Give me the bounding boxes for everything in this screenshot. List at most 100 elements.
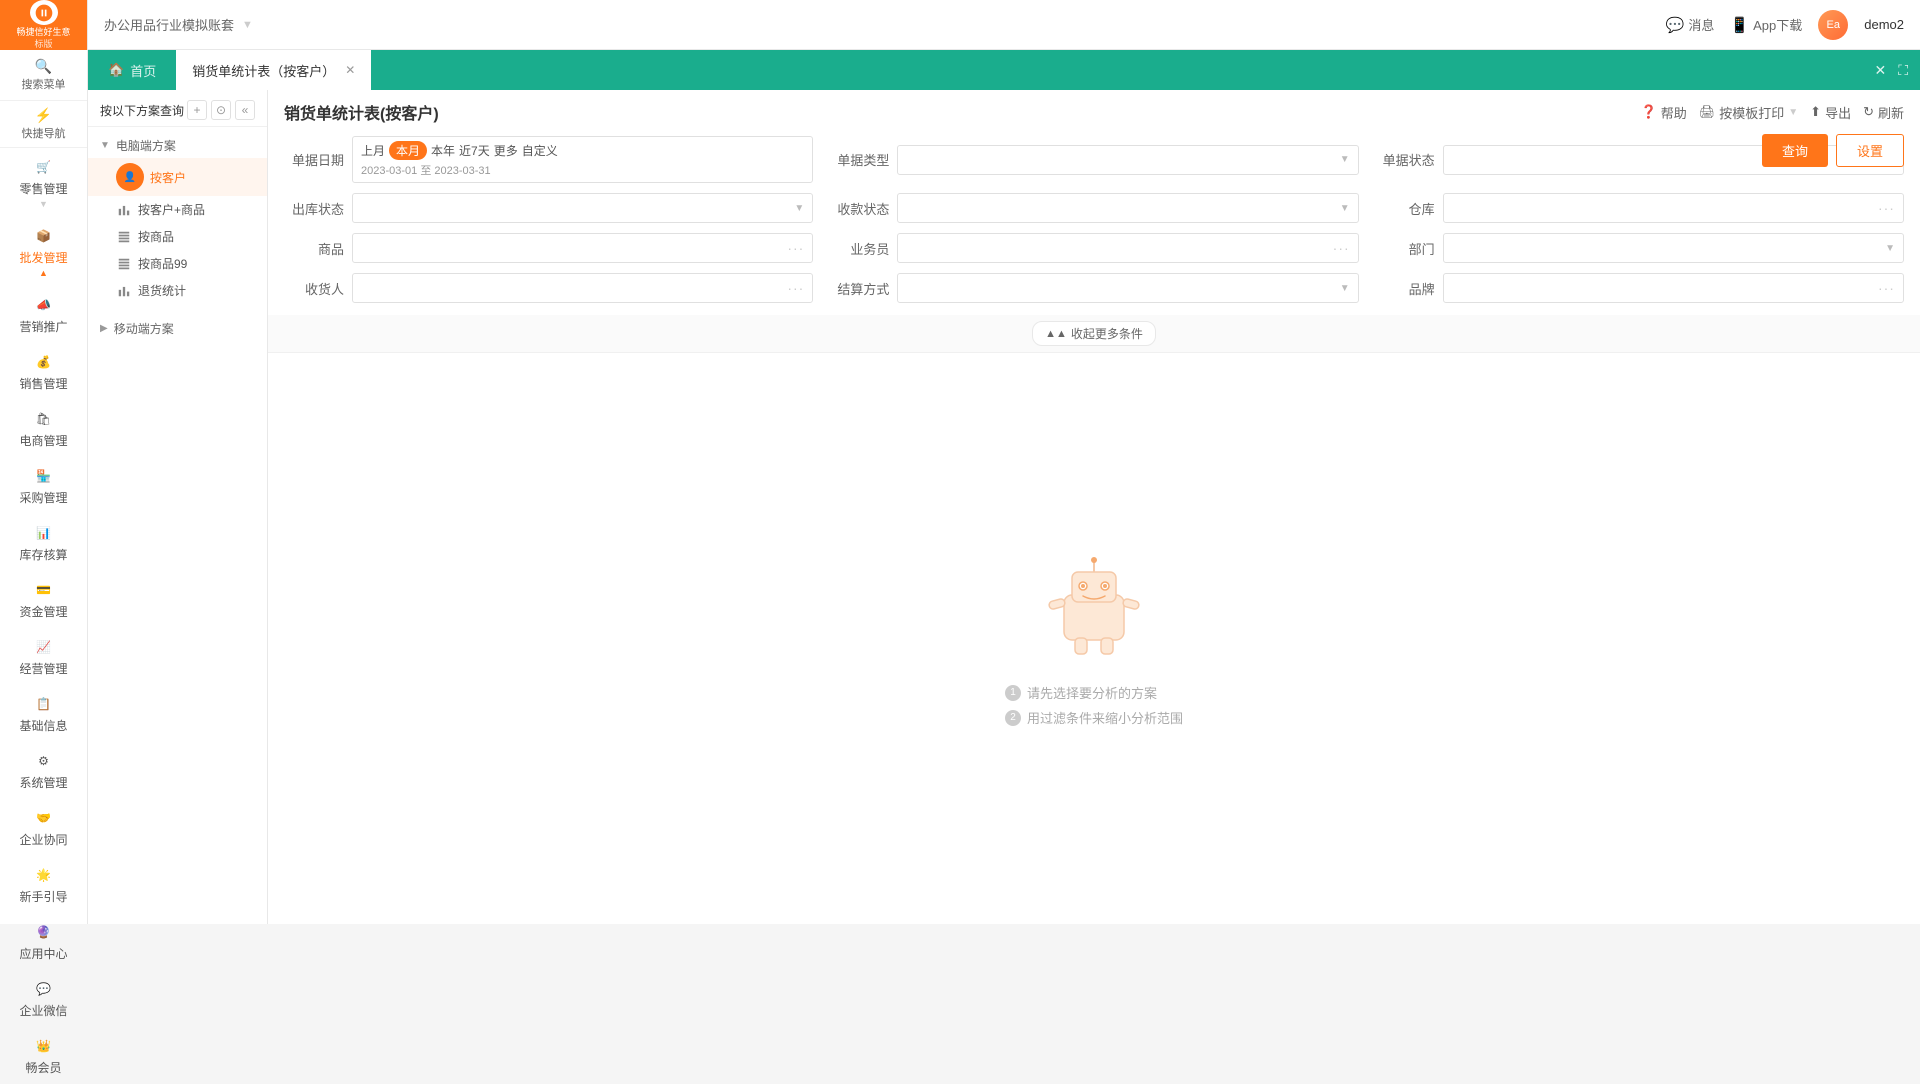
collapse-conditions-btn[interactable]: ▲▲ 收起更多条件 [1032,321,1156,346]
app-download-label: App下载 [1753,15,1802,34]
help-icon: ❓ [1641,104,1657,120]
date-tab-custom[interactable]: 自定义 [522,142,558,159]
sidebar-item-membership[interactable]: 👑 畅会员 [0,1027,87,1084]
empty-illustration [1039,550,1149,663]
action-btns: 查询 设置 [1762,134,1904,167]
collapse-panel-btn[interactable]: « [235,100,255,120]
desktop-group-label: 电脑端方案 [116,137,176,154]
filter-row-1: 单据日期 上月 本月 本年 近7天 更多 自定义 2023-03-01 至 20… [284,136,1904,183]
staff-control[interactable]: ··· [897,233,1358,263]
template-print-btn[interactable]: 🖨 按模板打印 ▼ [1699,103,1798,122]
main-area: 办公用品行业模拟账套 ▼ 💬 消息 📱 App下载 Ea demo2 🏠 首页 … [88,0,1920,924]
tab-bar: 🏠 首页 销货单统计表（按客户） ✕ ✕ ⛶ [88,50,1920,90]
receiver-label: 收货人 [284,279,352,298]
sidebar-item-apps[interactable]: 🔮 应用中心 [0,913,87,970]
onboarding-label: 新手引导 [19,888,67,905]
finance-icon: 💳 [33,579,55,601]
user-avatar[interactable]: Ea [1818,10,1848,40]
right-content: 销货单统计表(按客户) ❓ 帮助 🖨 按模板打印 ▼ ⬆ 导出 [268,90,1920,924]
date-tab-last-month[interactable]: 上月 [361,142,385,159]
app-logo[interactable]: 畅捷信好生意 标版 [0,0,87,50]
table-icon-1 [116,229,132,245]
tab-home[interactable]: 🏠 首页 [88,50,176,90]
wechat-label: 企业微信 [19,1002,67,1019]
help-btn[interactable]: ❓ 帮助 [1641,103,1687,122]
enterprise-label: 企业协同 [19,831,67,848]
date-tab-more[interactable]: 更多 [494,142,518,159]
sidebar-item-ecommerce[interactable]: 🛍 电商管理 [0,400,87,457]
home-icon: 🏠 [108,62,124,78]
refresh-icon: ↻ [1863,104,1874,120]
sidebar-item-purchase[interactable]: 🏪 采购管理 [0,457,87,514]
table-icon-2 [116,256,132,272]
export-btn[interactable]: ⬆ 导出 [1810,103,1851,122]
date-tab-last7[interactable]: 近7天 [459,142,490,159]
add-scheme-btn[interactable]: + [187,100,207,120]
doc-type-control[interactable]: ▼ [897,145,1358,175]
date-field-control[interactable]: 上月 本月 本年 近7天 更多 自定义 2023-03-01 至 2023-03… [352,136,813,183]
mobile-group-header[interactable]: ▶ 移动端方案 [88,316,267,341]
dept-control[interactable]: ▼ [1443,233,1904,263]
collect-status-control[interactable]: ▼ [897,193,1358,223]
query-panel-title: 按以下方案查询 [100,102,184,119]
scheme-by-customer[interactable]: 👤 按客户 [88,158,267,196]
scheme-by-customer-goods[interactable]: 按客户+商品 [88,196,267,223]
system-label: 系统管理 [19,774,67,791]
filter-row-4: 收货人 ··· 结算方式 ▼ 品牌 ··· [284,273,1904,303]
active-scheme-dot: 👤 [116,163,144,191]
sidebar-item-finance[interactable]: 💳 资金管理 [0,571,87,628]
app-download-btn[interactable]: 📱 App下载 [1730,15,1802,34]
logo-icon [30,0,58,25]
sidebar-item-basic-info[interactable]: 📋 基础信息 [0,685,87,742]
sidebar-item-marketing[interactable]: 📣 营销推广 [0,286,87,343]
hint-text-2: 用过滤条件来缩小分析范围 [1027,708,1183,727]
brand-label: 品牌 [1375,279,1443,298]
goods-dots: ··· [787,240,804,256]
scheme-by-goods99[interactable]: 按商品99 [88,250,267,277]
settlement-control[interactable]: ▼ [897,273,1358,303]
tab-close-all-btn[interactable]: ✕ [1870,58,1890,83]
quick-nav-item[interactable]: ⚡ 快捷导航 [0,101,87,148]
receiver-control[interactable]: ··· [352,273,813,303]
sidebar-item-system[interactable]: ⚙ 系统管理 [0,742,87,799]
sidebar-item-enterprise[interactable]: 🤝 企业协同 [0,799,87,856]
scheme-refund-stat[interactable]: 退货统计 [88,277,267,304]
brand-control[interactable]: ··· [1443,273,1904,303]
warehouse-control[interactable]: ··· [1443,193,1904,223]
tab-sales-stat[interactable]: 销货单统计表（按客户） ✕ [176,50,371,90]
scheme-by-goods[interactable]: 按商品 [88,223,267,250]
content-area: 按以下方案查询 + ⊙ « ▼ 电脑端方案 👤 按客户 [88,90,1920,924]
search-menu-item[interactable]: 🔍 搜索菜单 [0,50,87,101]
sidebar-item-onboarding[interactable]: 🌟 新手引导 [0,856,87,913]
sidebar-item-operations[interactable]: 📈 经营管理 [0,628,87,685]
onboarding-icon: 🌟 [33,864,55,886]
refresh-btn[interactable]: ↻ 刷新 [1863,103,1904,122]
wechat-icon: 💬 [33,978,55,1000]
empty-hints: 1 请先选择要分析的方案 2 用过滤条件来缩小分析范围 [1005,683,1183,727]
brand-dots: ··· [1878,280,1895,296]
out-status-control[interactable]: ▼ [352,193,813,223]
receiver-dots: ··· [787,280,804,296]
hint-text-1: 请先选择要分析的方案 [1027,683,1157,702]
scheme-settings-btn[interactable]: ⊙ [211,100,231,120]
tab-maximize-btn[interactable]: ⛶ [1894,58,1912,83]
sidebar-item-wholesale[interactable]: 📦 批发管理 ▲ [0,217,87,286]
apps-label: 应用中心 [19,945,67,962]
query-btn[interactable]: 查询 [1762,134,1828,167]
sidebar-item-inventory[interactable]: 📊 库存核算 [0,514,87,571]
sidebar-item-wechat[interactable]: 💬 企业微信 [0,970,87,1027]
scheme-customer-goods-label: 按客户+商品 [138,201,205,218]
sidebar-item-sales[interactable]: 💰 销售管理 [0,343,87,400]
sidebar-item-retail[interactable]: 🛒 零售管理 ▼ [0,148,87,217]
date-tab-this-month[interactable]: 本月 [389,141,427,160]
setting-btn[interactable]: 设置 [1836,134,1904,167]
date-tab-this-year[interactable]: 本年 [431,142,455,159]
warehouse-label: 仓库 [1375,199,1443,218]
purchase-icon: 🏪 [33,465,55,487]
basic-info-label: 基础信息 [19,717,67,734]
desktop-group-header[interactable]: ▼ 电脑端方案 [88,133,267,158]
tab-close-btn[interactable]: ✕ [345,63,355,77]
goods-control[interactable]: ··· [352,233,813,263]
message-btn[interactable]: 💬 消息 [1666,15,1715,34]
retail-icon: 🛒 [33,156,55,178]
